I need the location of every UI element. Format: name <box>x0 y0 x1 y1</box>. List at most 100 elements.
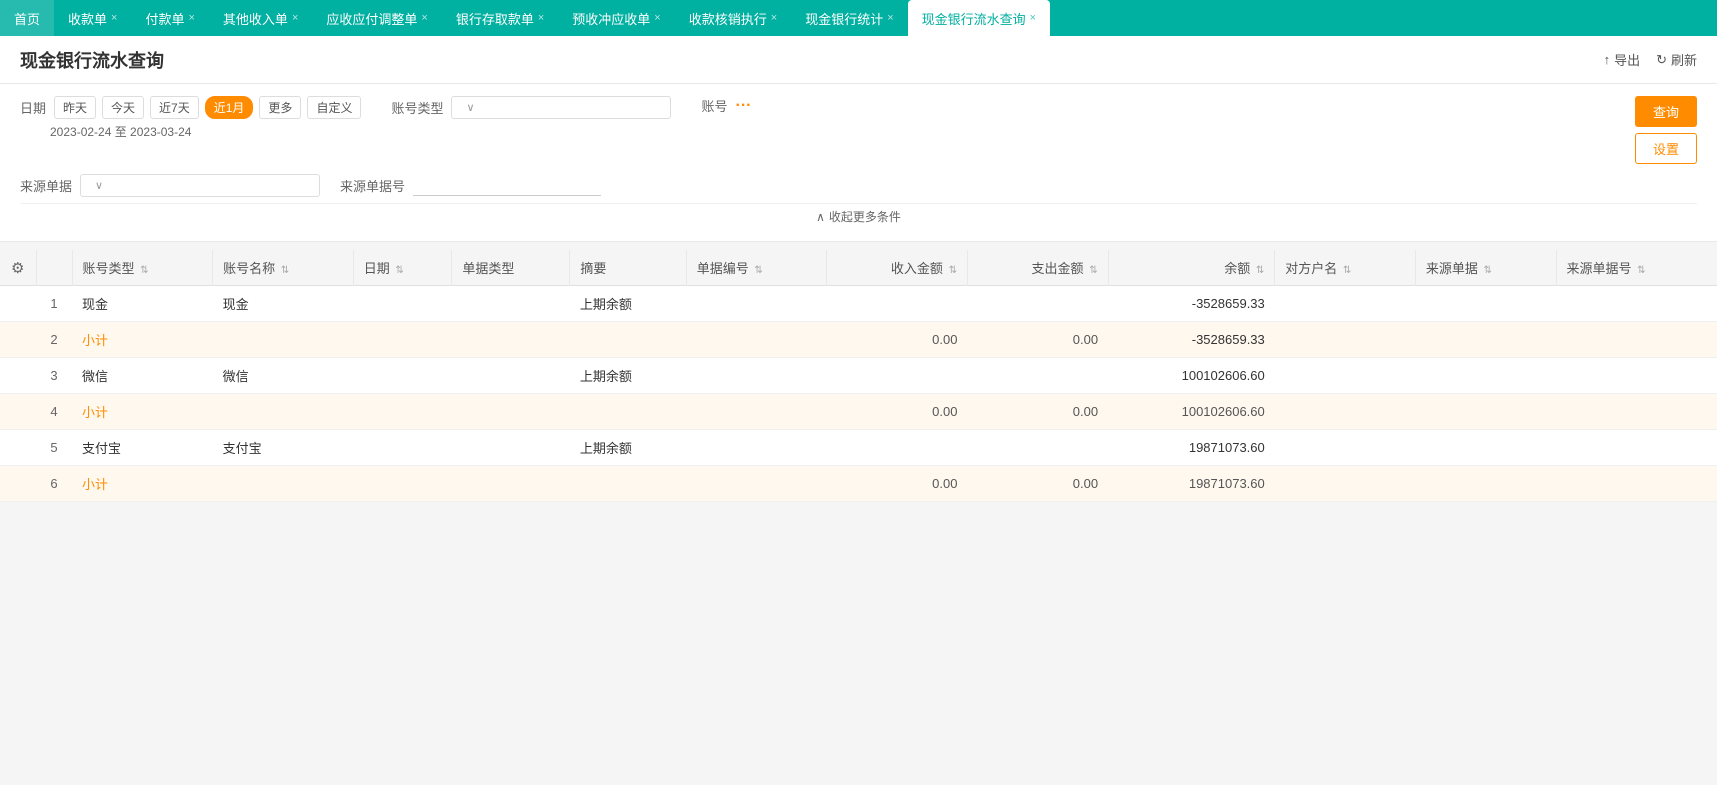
row-doc-number <box>686 430 827 466</box>
th-source-doc-label: 来源单据 <box>1426 261 1478 276</box>
nav-tab-fukuan[interactable]: 付款单 × <box>131 0 208 36</box>
row-number: 3 <box>36 358 72 394</box>
export-button[interactable]: ↑ 导出 <box>1604 50 1641 69</box>
query-button[interactable]: 查询 <box>1635 96 1697 127</box>
row-account-name <box>213 394 354 430</box>
date-btn-today[interactable]: 今天 <box>102 96 144 119</box>
account-type-label: 账号类型 <box>391 98 443 117</box>
nav-home[interactable]: 首页 <box>0 0 54 36</box>
th-expense-label: 支出金额 <box>1032 261 1084 276</box>
date-btn-more[interactable]: 更多 <box>259 96 301 119</box>
row-expense: 0.00 <box>967 322 1108 358</box>
close-icon-qita[interactable]: × <box>292 12 298 24</box>
th-date[interactable]: 日期 ⇅ <box>353 250 452 286</box>
row-doc-type <box>452 394 570 430</box>
row-expense <box>967 430 1108 466</box>
th-doc-number[interactable]: 单据编号 ⇅ <box>686 250 827 286</box>
row-source-doc <box>1415 322 1556 358</box>
account-type-select[interactable]: ∨ <box>451 96 671 119</box>
row-summary <box>570 322 686 358</box>
nav-tab-yushou[interactable]: 预收冲应收单 × <box>558 0 674 36</box>
close-icon-yinhang[interactable]: × <box>538 12 544 24</box>
th-account-name-label: 账号名称 <box>223 261 275 276</box>
row-expense <box>967 286 1108 322</box>
collapse-button[interactable]: ∧ 收起更多条件 <box>20 203 1697 229</box>
nav-tab-yinhang[interactable]: 银行存取款单 × <box>442 0 558 36</box>
close-icon-liushui[interactable]: × <box>1030 12 1036 24</box>
row-gear-cell <box>0 358 36 394</box>
th-counterparty[interactable]: 对方户名 ⇅ <box>1275 250 1416 286</box>
filter-area: 日期 昨天 今天 近7天 近1月 更多 自定义 2023-02-24 至 202… <box>0 84 1717 242</box>
th-source-doc-num[interactable]: 来源单据号 ⇅ <box>1556 250 1717 286</box>
date-options: 昨天 今天 近7天 近1月 更多 自定义 <box>54 96 361 119</box>
nav-tab-liushui[interactable]: 现金银行流水查询 × <box>908 0 1050 36</box>
source-doc-num-input[interactable] <box>413 176 601 196</box>
row-summary <box>570 394 686 430</box>
close-icon-yingshou[interactable]: × <box>421 12 427 24</box>
th-balance[interactable]: 余额 ⇅ <box>1108 250 1275 286</box>
row-summary: 上期余额 <box>570 358 686 394</box>
export-icon: ↑ <box>1604 52 1611 67</box>
th-date-label: 日期 <box>364 261 390 276</box>
sort-icon-doc-number: ⇅ <box>754 265 762 276</box>
refresh-icon: ↻ <box>1656 52 1667 68</box>
close-icon-tongji[interactable]: × <box>887 12 893 24</box>
sort-icon-account-name: ⇅ <box>281 265 289 276</box>
row-account-type: 微信 <box>72 358 213 394</box>
settings-button[interactable]: 设置 <box>1635 133 1697 164</box>
nav-tab-shoukuan[interactable]: 收款单 × <box>54 0 131 36</box>
source-doc-label: 来源单据 <box>20 176 72 195</box>
row-income <box>827 430 968 466</box>
nav-tab-qita[interactable]: 其他收入单 × <box>209 0 312 36</box>
row-source-doc <box>1415 358 1556 394</box>
row-balance: 100102606.60 <box>1108 394 1275 430</box>
gear-icon[interactable]: ⚙ <box>11 260 24 277</box>
close-icon-hexiao[interactable]: × <box>771 12 777 24</box>
date-btn-7days[interactable]: 近7天 <box>150 96 199 119</box>
row-balance: 100102606.60 <box>1108 358 1275 394</box>
th-income[interactable]: 收入金额 ⇅ <box>827 250 968 286</box>
row-account-name <box>213 466 354 502</box>
nav-tab-tongji[interactable]: 现金银行统计 × <box>791 0 907 36</box>
close-icon-yushou[interactable]: × <box>654 12 660 24</box>
nav-tab-hexiao[interactable]: 收款核销执行 × <box>675 0 791 36</box>
nav-tab-yingshou[interactable]: 应收应付调整单 × <box>312 0 441 36</box>
page-header: 现金银行流水查询 ↑ 导出 ↻ 刷新 <box>0 36 1717 84</box>
row-income: 0.00 <box>827 322 968 358</box>
row-counterparty <box>1275 322 1416 358</box>
row-number: 5 <box>36 430 72 466</box>
row-counterparty <box>1275 286 1416 322</box>
th-source-doc[interactable]: 来源单据 ⇅ <box>1415 250 1556 286</box>
close-icon-fukuan[interactable]: × <box>188 12 194 24</box>
table-row: 2小计0.000.00-3528659.33 <box>0 322 1717 358</box>
row-date <box>353 322 452 358</box>
row-summary: 上期余额 <box>570 430 686 466</box>
refresh-button[interactable]: ↻ 刷新 <box>1656 50 1697 69</box>
row-counterparty <box>1275 430 1416 466</box>
th-expense[interactable]: 支出金额 ⇅ <box>967 250 1108 286</box>
header-actions: ↑ 导出 ↻ 刷新 <box>1604 50 1697 69</box>
date-btn-1month[interactable]: 近1月 <box>205 96 254 119</box>
account-more-icon[interactable]: ··· <box>735 97 751 115</box>
row-balance: 19871073.60 <box>1108 430 1275 466</box>
row-date <box>353 394 452 430</box>
top-navigation: 首页 收款单 × 付款单 × 其他收入单 × 应收应付调整单 × 银行存取款单 … <box>0 0 1717 36</box>
row-account-name: 微信 <box>213 358 354 394</box>
row-balance: -3528659.33 <box>1108 286 1275 322</box>
th-account-name[interactable]: 账号名称 ⇅ <box>213 250 354 286</box>
source-doc-block: 来源单据 ∨ <box>20 174 320 197</box>
sort-icon-source-doc-num: ⇅ <box>1637 265 1645 276</box>
th-account-type[interactable]: 账号类型 ⇅ <box>72 250 213 286</box>
row-account-name: 现金 <box>213 286 354 322</box>
collapse-up-icon: ∧ <box>816 210 825 224</box>
row-expense <box>967 358 1108 394</box>
close-icon-shoukuan[interactable]: × <box>111 12 117 24</box>
sort-icon-counterparty: ⇅ <box>1343 265 1351 276</box>
account-label: 账号 <box>701 96 727 115</box>
table-row: 4小计0.000.00100102606.60 <box>0 394 1717 430</box>
date-btn-yesterday[interactable]: 昨天 <box>54 96 96 119</box>
th-balance-label: 余额 <box>1224 261 1250 276</box>
date-btn-custom[interactable]: 自定义 <box>307 96 361 119</box>
row-doc-number <box>686 358 827 394</box>
source-doc-select[interactable]: ∨ <box>80 174 320 197</box>
